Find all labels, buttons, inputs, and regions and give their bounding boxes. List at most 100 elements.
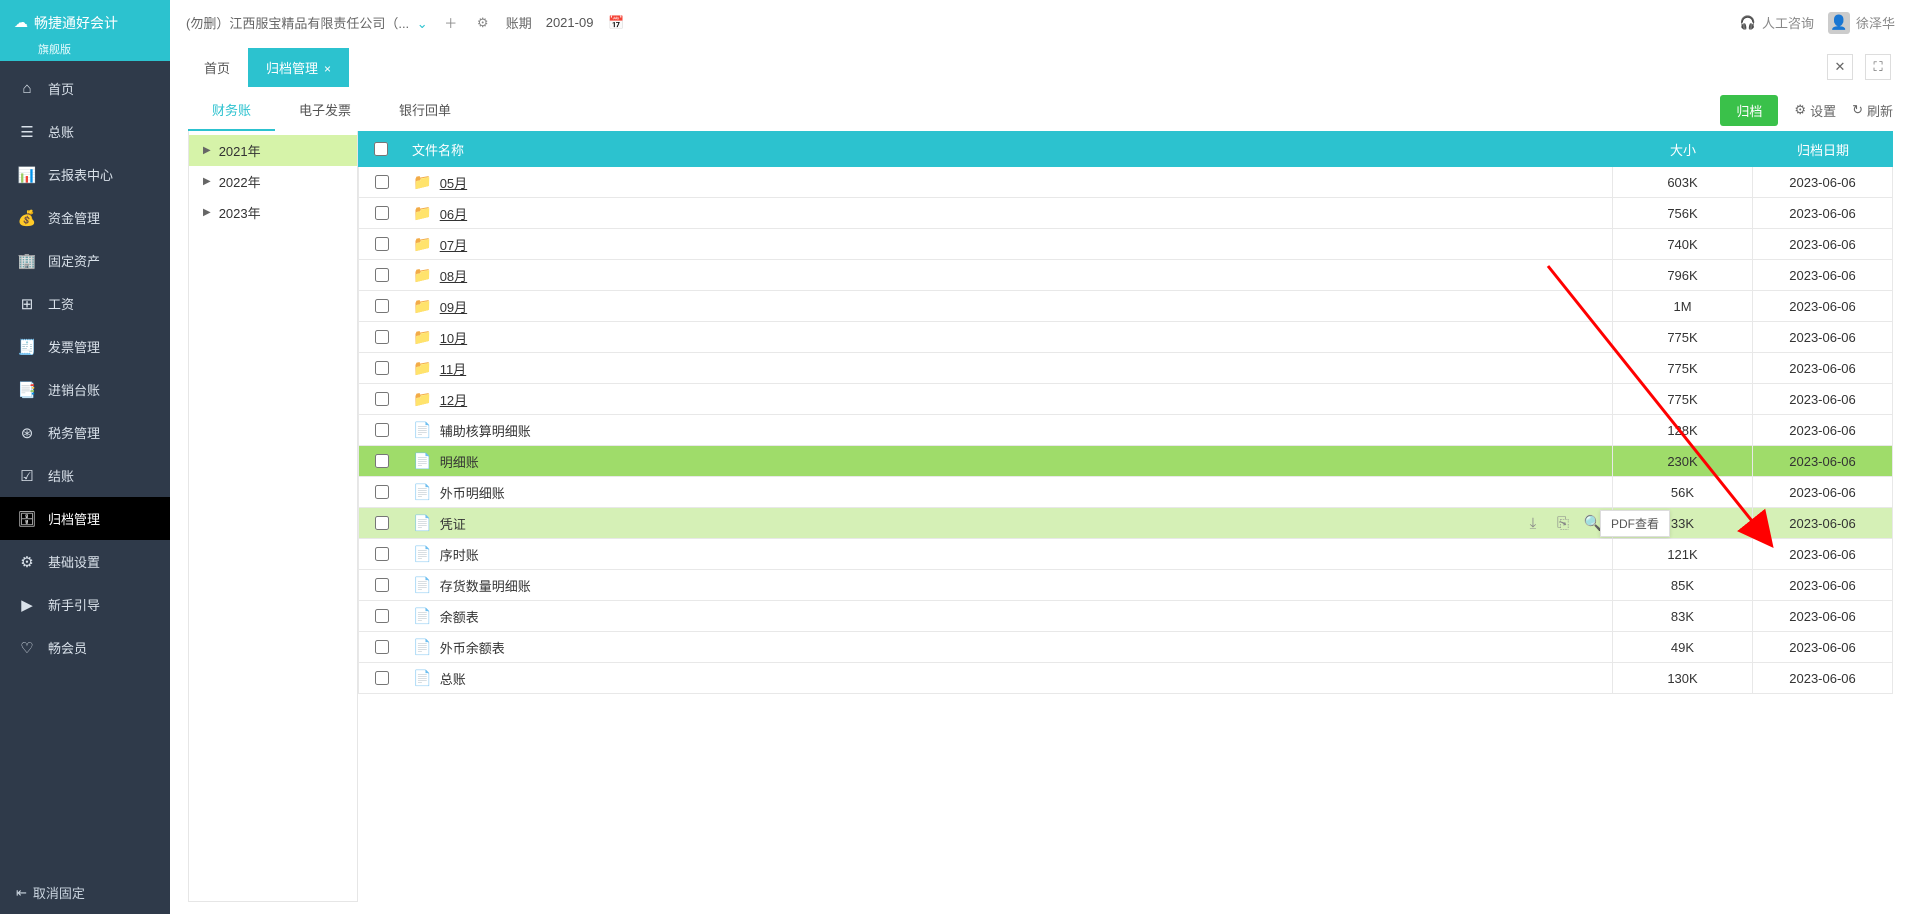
table-row[interactable]: 📁05月603K2023-06-06 bbox=[358, 167, 1893, 198]
consult-link[interactable]: 🎧 人工咨询 bbox=[1740, 13, 1814, 32]
sidebar-item-6[interactable]: 🧾发票管理 bbox=[0, 325, 170, 368]
user-menu[interactable]: 👤 徐泽华 bbox=[1828, 12, 1895, 34]
table-row[interactable]: 📄存货数量明细账85K2023-06-06 bbox=[358, 570, 1893, 601]
sidebar-item-3[interactable]: 💰 资金管理 bbox=[0, 196, 170, 239]
file-name-link[interactable]: 06月 bbox=[440, 204, 467, 223]
row-checkbox[interactable] bbox=[375, 516, 389, 530]
settings-label: 设置 bbox=[1810, 101, 1836, 120]
row-checkbox[interactable] bbox=[375, 361, 389, 375]
file-size: 775K bbox=[1612, 384, 1752, 414]
file-name-link[interactable]: 10月 bbox=[440, 328, 467, 347]
topbar: (勿删）江西服宝精品有限责任公司（... ⌄ ＋ ⚙ 账期 2021-09 📅 … bbox=[170, 0, 1911, 45]
select-all-checkbox[interactable] bbox=[374, 142, 388, 156]
table-row[interactable]: 📄辅助核算明细账128K2023-06-06 bbox=[358, 415, 1893, 446]
close-icon[interactable]: × bbox=[324, 62, 331, 76]
close-tab-button[interactable]: ✕ bbox=[1827, 54, 1853, 80]
sidebar-item-8[interactable]: ⊛税务管理 bbox=[0, 411, 170, 454]
table-row[interactable]: 📁11月775K2023-06-06 bbox=[358, 353, 1893, 384]
sidebar-item-12[interactable]: ▶新手引导 bbox=[0, 583, 170, 626]
row-checkbox[interactable] bbox=[375, 609, 389, 623]
subtab-2[interactable]: 银行回单 bbox=[375, 90, 475, 131]
settings-button[interactable]: ⚙ 设置 bbox=[1794, 101, 1836, 120]
table-row[interactable]: 📁09月1M2023-06-06 bbox=[358, 291, 1893, 322]
file-name-link[interactable]: 11月 bbox=[440, 359, 467, 378]
download-excel-icon[interactable]: ⤓ bbox=[1522, 512, 1544, 534]
table-row[interactable]: 📄明细账230K2023-06-06 bbox=[358, 446, 1893, 477]
download-pdf-icon[interactable]: ⎘ bbox=[1552, 512, 1574, 534]
tree-item-0[interactable]: ▶2021年 bbox=[189, 135, 357, 166]
row-checkbox[interactable] bbox=[375, 454, 389, 468]
tab-label: 归档管理 bbox=[266, 61, 318, 76]
table-row[interactable]: 📁08月796K2023-06-06 bbox=[358, 260, 1893, 291]
sidebar-item-4[interactable]: 🏢固定资产 bbox=[0, 239, 170, 282]
file-name-link[interactable]: 07月 bbox=[440, 235, 467, 254]
username: 徐泽华 bbox=[1856, 13, 1895, 32]
sidebar-item-9[interactable]: ☑结账 bbox=[0, 454, 170, 497]
row-checkbox[interactable] bbox=[375, 237, 389, 251]
nav-icon: ☰ bbox=[18, 123, 36, 141]
add-icon[interactable]: ＋ bbox=[442, 14, 460, 32]
table-row[interactable]: 📄总账130K2023-06-06 bbox=[358, 663, 1893, 694]
row-checkbox[interactable] bbox=[375, 330, 389, 344]
nav-icon: 💰 bbox=[18, 209, 36, 227]
table-row[interactable]: 📁07月740K2023-06-06 bbox=[358, 229, 1893, 260]
table-row[interactable]: 📁06月756K2023-06-06 bbox=[358, 198, 1893, 229]
tree-item-1[interactable]: ▶2022年 bbox=[189, 166, 357, 197]
folder-icon: 📁 bbox=[413, 173, 432, 191]
sidebar-item-7[interactable]: 📑进销台账 bbox=[0, 368, 170, 411]
row-checkbox[interactable] bbox=[375, 268, 389, 282]
table-row[interactable]: 📄凭证⤓⎘🔍PDF查看33K2023-06-06 bbox=[358, 508, 1893, 539]
tree-item-2[interactable]: ▶2023年 bbox=[189, 197, 357, 228]
file-date: 2023-06-06 bbox=[1752, 415, 1892, 445]
file-name-link[interactable]: 09月 bbox=[440, 297, 467, 316]
year-tree: ▶2021年▶2022年▶2023年 bbox=[188, 131, 358, 902]
row-checkbox[interactable] bbox=[375, 578, 389, 592]
nav-label: 发票管理 bbox=[48, 337, 100, 356]
refresh-button[interactable]: ↻ 刷新 bbox=[1852, 101, 1893, 120]
nav-label: 资金管理 bbox=[48, 208, 100, 227]
sidebar-item-2[interactable]: 📊云报表中心 bbox=[0, 153, 170, 196]
sidebar-item-1[interactable]: ☰总账 bbox=[0, 110, 170, 153]
row-checkbox[interactable] bbox=[375, 671, 389, 685]
file-name-link[interactable]: 12月 bbox=[440, 390, 467, 409]
table-row[interactable]: 📄外币余额表49K2023-06-06 bbox=[358, 632, 1893, 663]
subtab-1[interactable]: 电子发票 bbox=[275, 90, 375, 131]
row-checkbox[interactable] bbox=[375, 485, 389, 499]
file-name-link[interactable]: 08月 bbox=[440, 266, 467, 285]
row-checkbox[interactable] bbox=[375, 423, 389, 437]
period-value[interactable]: 2021-09 bbox=[546, 15, 594, 30]
company-selector[interactable]: (勿删）江西服宝精品有限责任公司（... ⌄ bbox=[186, 13, 428, 32]
sidebar-item-13[interactable]: ♡畅会员 bbox=[0, 626, 170, 669]
pin-toggle[interactable]: ⇤ 取消固定 bbox=[0, 871, 170, 914]
row-checkbox[interactable] bbox=[375, 175, 389, 189]
subtab-0[interactable]: 财务账 bbox=[188, 90, 275, 131]
file-name-link[interactable]: 05月 bbox=[440, 173, 467, 192]
row-checkbox[interactable] bbox=[375, 640, 389, 654]
file-size: 56K bbox=[1612, 477, 1752, 507]
file-name: 总账 bbox=[440, 669, 466, 688]
gear-icon[interactable]: ⚙ bbox=[474, 14, 492, 32]
tab-0[interactable]: 首页 bbox=[186, 48, 248, 87]
fullscreen-button[interactable]: ⛶ bbox=[1865, 54, 1891, 80]
sidebar-item-0[interactable]: ⌂首页 bbox=[0, 67, 170, 110]
table-row[interactable]: 📄外币明细账56K2023-06-06 bbox=[358, 477, 1893, 508]
file-icon: 📄 bbox=[413, 421, 432, 439]
nav-label: 畅会员 bbox=[48, 638, 87, 657]
sidebar-item-10[interactable]: 🗄归档管理 bbox=[0, 497, 170, 540]
table-row[interactable]: 📁10月775K2023-06-06 bbox=[358, 322, 1893, 353]
sidebar-item-11[interactable]: ⚙基础设置 bbox=[0, 540, 170, 583]
row-checkbox[interactable] bbox=[375, 392, 389, 406]
table-row[interactable]: 📄余额表83K2023-06-06 bbox=[358, 601, 1893, 632]
sidebar-item-5[interactable]: ⊞工资 bbox=[0, 282, 170, 325]
row-checkbox[interactable] bbox=[375, 206, 389, 220]
folder-icon: 📁 bbox=[413, 328, 432, 346]
table-row[interactable]: 📄序时账121K2023-06-06 bbox=[358, 539, 1893, 570]
archive-button[interactable]: 归档 bbox=[1720, 95, 1778, 126]
tab-1[interactable]: 归档管理 × bbox=[248, 48, 349, 87]
file-name: 外币明细账 bbox=[440, 483, 505, 502]
row-checkbox[interactable] bbox=[375, 299, 389, 313]
table-row[interactable]: 📁12月775K2023-06-06 bbox=[358, 384, 1893, 415]
row-checkbox[interactable] bbox=[375, 547, 389, 561]
calendar-icon[interactable]: 📅 bbox=[607, 14, 625, 32]
file-size: 740K bbox=[1612, 229, 1752, 259]
